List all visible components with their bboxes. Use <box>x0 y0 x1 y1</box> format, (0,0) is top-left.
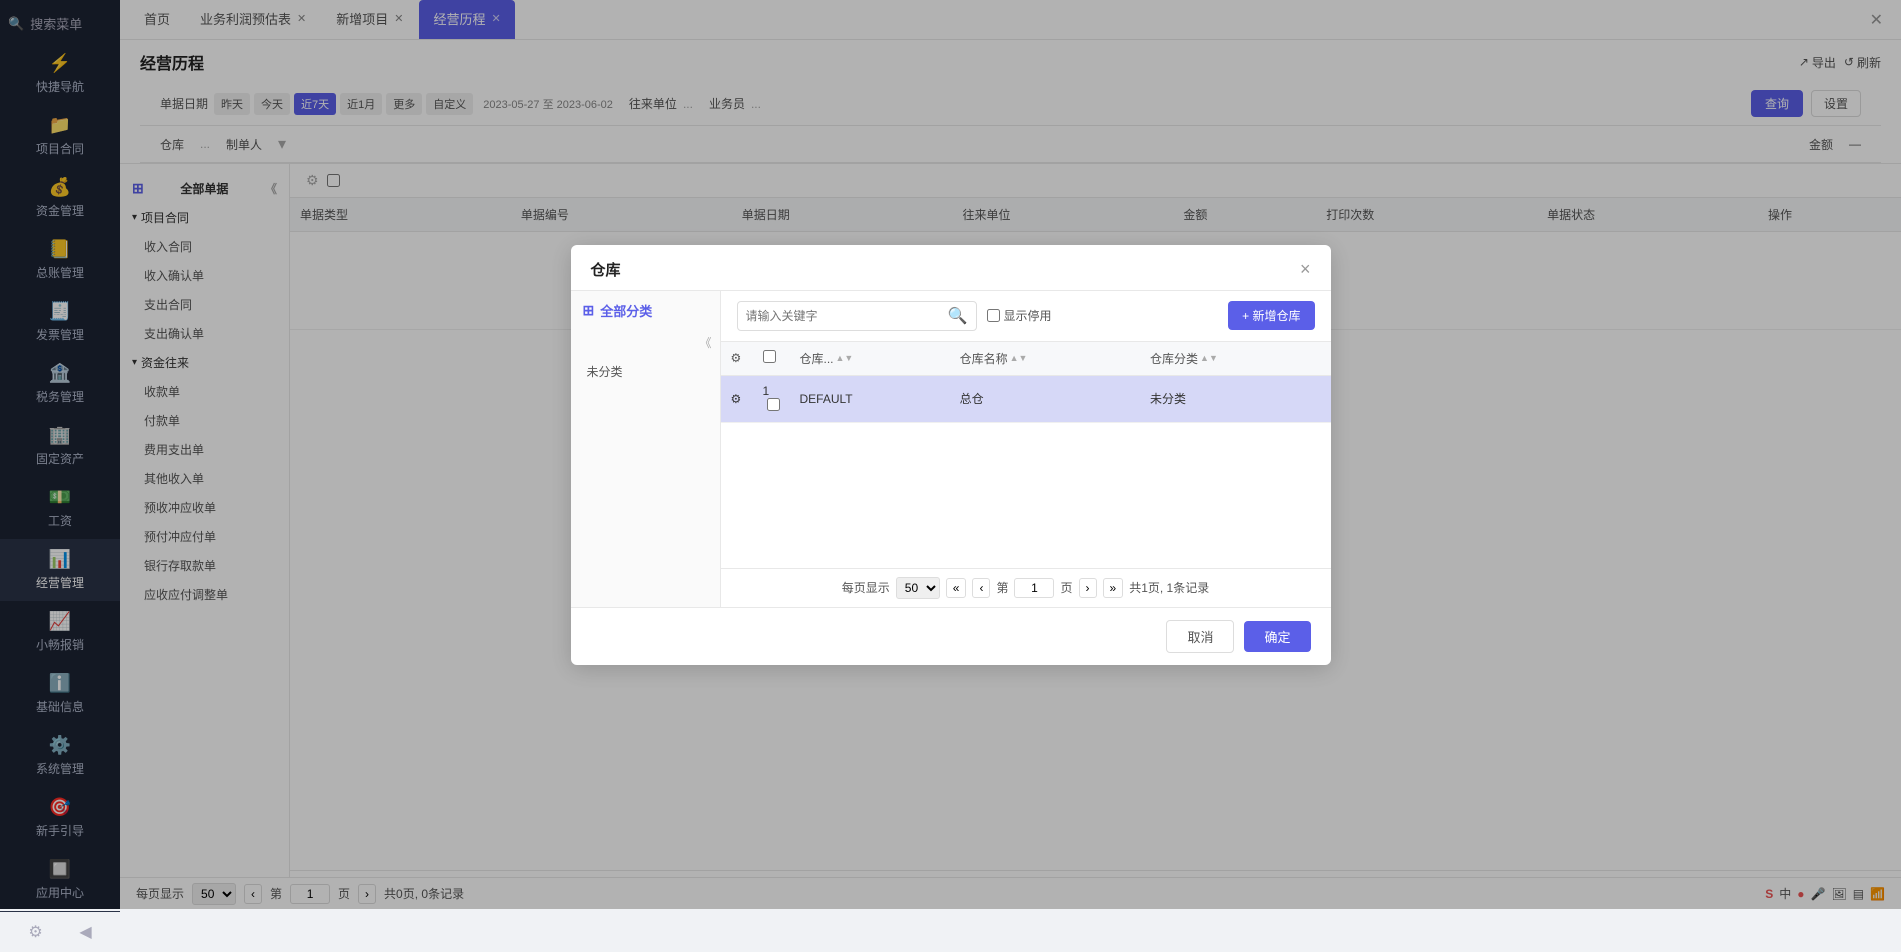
modal-table-wrapper: ⚙ 仓库... ▲▼ <box>721 342 1331 568</box>
modal-left-panel: ⊞ 全部分类 《 未分类 <box>571 291 721 607</box>
modal-row-name: 总仓 <box>950 375 1140 422</box>
modal-page-total: 共1页, 1条记录 <box>1129 579 1209 596</box>
sidebar-settings-icon[interactable]: ⚙ <box>28 922 42 942</box>
modal-toolbar: 🔍 显示停用 + 新增仓库 <box>721 291 1331 342</box>
col-modal-settings[interactable]: ⚙ <box>721 342 753 376</box>
grid-icon-modal: ⊞ <box>583 302 595 319</box>
search-icon-modal: 🔍 <box>948 306 968 326</box>
modal-overlay: 仓库 × ⊞ 全部分类 《 未分类 <box>0 0 1901 909</box>
modal-row-settings[interactable]: ⚙ <box>721 375 753 422</box>
col-modal-checkbox <box>753 342 790 376</box>
modal-page-last[interactable]: » <box>1103 578 1124 598</box>
modal-search-box[interactable]: 🔍 <box>737 301 977 331</box>
modal-page-size-select[interactable]: 50 <box>896 577 940 599</box>
show-disabled-checkbox[interactable] <box>987 309 1000 322</box>
sidebar-expand-icon[interactable]: ◀ <box>79 922 91 942</box>
modal-select-all[interactable] <box>763 350 776 363</box>
modal-left-header[interactable]: ⊞ 全部分类 <box>571 291 720 330</box>
modal-pagination: 每页显示 50 « ‹ 第 页 › » 共1页, 1条记录 <box>721 568 1331 607</box>
modal-close-button[interactable]: × <box>1300 259 1311 280</box>
col-modal-name: 仓库名称 ▲▼ <box>950 342 1140 376</box>
modal-page-next[interactable]: › <box>1079 578 1097 598</box>
modal-table-header-row: ⚙ 仓库... ▲▼ <box>721 342 1331 376</box>
add-warehouse-button[interactable]: + 新增仓库 <box>1228 301 1314 330</box>
modal-page-label: 页 <box>1060 579 1072 596</box>
modal-collapse-icon[interactable]: 《 <box>699 334 711 351</box>
modal-page-input[interactable] <box>1014 578 1054 598</box>
modal-per-page-label: 每页显示 <box>842 579 890 596</box>
row-num: 1 <box>763 384 770 398</box>
sidebar-bottom: ⚙ ◀ <box>0 911 120 952</box>
show-disabled-label[interactable]: 显示停用 <box>987 307 1052 324</box>
modal-left-header-label: 全部分类 <box>600 301 652 320</box>
modal-search-input[interactable] <box>746 309 942 323</box>
modal-table-row[interactable]: ⚙ 1 DEFAULT 总仓 未分类 <box>721 375 1331 422</box>
modal-row-category: 未分类 <box>1140 375 1330 422</box>
modal-body: ⊞ 全部分类 《 未分类 🔍 <box>571 291 1331 607</box>
modal-warehouse-table: ⚙ 仓库... ▲▼ <box>721 342 1331 423</box>
modal-right-panel: 🔍 显示停用 + 新增仓库 ⚙ <box>721 291 1331 607</box>
modal-page-prev[interactable]: ‹ <box>972 578 990 598</box>
modal-left-unclassified[interactable]: 未分类 <box>571 355 720 388</box>
modal-row-select[interactable] <box>767 398 780 411</box>
modal-footer: 取消 确定 <box>571 607 1331 665</box>
modal-row-code: DEFAULT <box>790 375 950 422</box>
warehouse-modal: 仓库 × ⊞ 全部分类 《 未分类 <box>571 245 1331 665</box>
modal-page-first[interactable]: « <box>946 578 967 598</box>
modal-collapse-row: 《 <box>571 330 720 355</box>
row-settings-icon: ⚙ <box>731 392 742 406</box>
modal-page-label-pre: 第 <box>996 579 1008 596</box>
modal-row-checkbox: 1 <box>753 375 790 422</box>
col-modal-code: 仓库... ▲▼ <box>790 342 950 376</box>
modal-cancel-button[interactable]: 取消 <box>1166 620 1234 653</box>
modal-title: 仓库 <box>591 259 621 280</box>
col-modal-category: 仓库分类 ▲▼ <box>1140 342 1330 376</box>
modal-confirm-button[interactable]: 确定 <box>1244 621 1310 652</box>
modal-header: 仓库 × <box>571 245 1331 291</box>
